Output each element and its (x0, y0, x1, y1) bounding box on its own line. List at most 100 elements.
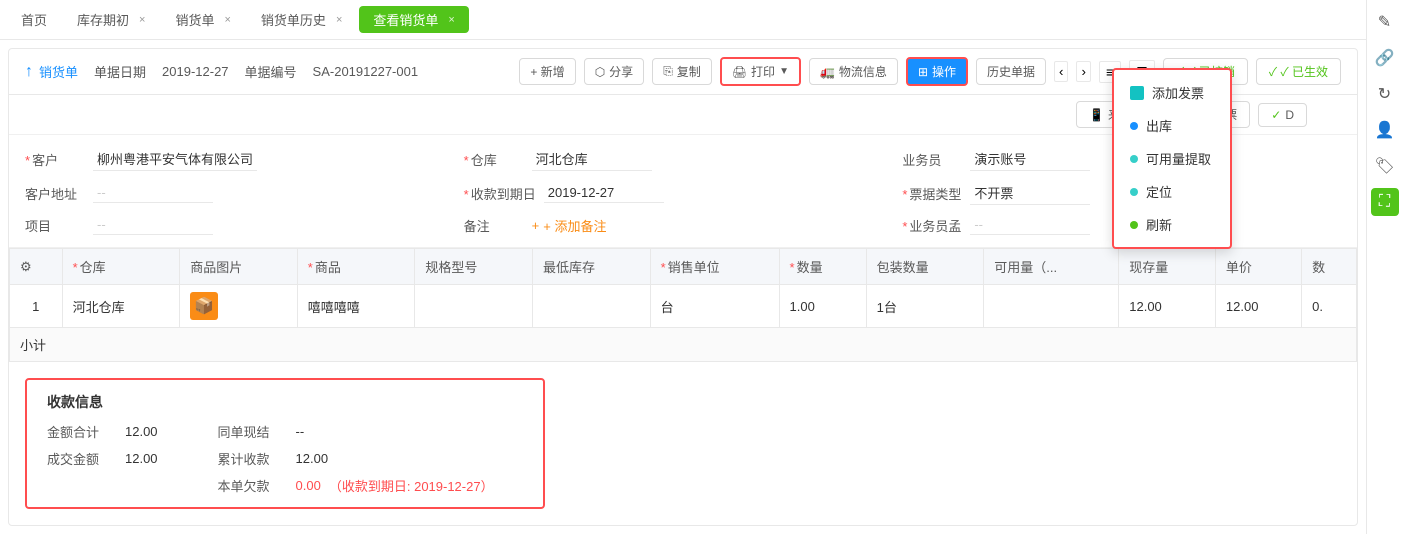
add-invoice-icon (1130, 86, 1144, 100)
add-button[interactable]: + 新增 (519, 58, 575, 85)
due-date-field: 收款到期日 2019-12-27 (464, 183, 903, 203)
table-header-row: ⚙ 仓库 商品图片 商品 规格型号 最低库存 销售单位 数量 包装数量 可用量（… (10, 249, 1357, 285)
warehouse-value[interactable]: 河北仓库 (532, 147, 652, 171)
address-field: 客户地址 -- (25, 183, 464, 203)
nav-next-button[interactable]: › (1076, 61, 1090, 82)
rotate-icon[interactable]: ↻ (1371, 80, 1399, 108)
history-button[interactable]: 历史单据 (976, 58, 1046, 85)
col-pack-qty: 包装数量 (866, 249, 984, 285)
share-icon: ⬡ (595, 65, 605, 79)
person-icon[interactable]: 👤 (1371, 116, 1399, 144)
salesman-value[interactable]: -- (970, 215, 1090, 235)
address-value[interactable]: -- (93, 183, 213, 203)
customer-value[interactable]: 柳州粤港平安气体有限公司 (93, 147, 257, 171)
tab-sales-history-close[interactable]: × (336, 14, 342, 26)
tab-sales-history[interactable]: 销货单历史 × (248, 4, 355, 36)
add-invoice-item[interactable]: 添加发票 (1114, 76, 1230, 109)
right-sidebar: ✎ 🔗 ↻ 👤 🏷 ⛶ (1366, 0, 1402, 534)
col-product-img: 商品图片 (180, 249, 298, 285)
payment-col-right: 同单现结 -- 累计收款 12.00 本单欠款 0.00 （收款到期日: 201… (218, 422, 494, 495)
cumulative-receipt-item: 累计收款 12.00 (218, 449, 494, 468)
tab-home-label: 首页 (21, 10, 47, 29)
plus-icon: + (532, 218, 540, 233)
expand-icon[interactable]: ⛶ (1371, 188, 1399, 216)
transaction-amount-item: 成交金额 12.00 (47, 449, 158, 468)
col-available: 可用量（... (984, 249, 1119, 285)
subtotal-label: 小计 (10, 328, 1357, 362)
tab-sales[interactable]: 销货单 × (162, 4, 243, 36)
ticket-type-value[interactable]: 不开票 (970, 181, 1090, 205)
operation-button[interactable]: ⊞ 操作 (906, 57, 968, 86)
cell-qty: 1.00 (779, 285, 866, 328)
customer-label: 客户 (25, 150, 85, 169)
locate-item[interactable]: 定位 (1114, 175, 1230, 208)
payment-title: 收款信息 (47, 392, 523, 412)
doc-meta: 单据日期 2019-12-27 单据编号 SA-20191227-001 (94, 62, 418, 81)
add-remark-button[interactable]: + + 添加备注 (532, 216, 607, 235)
cell-amount: 0. (1302, 285, 1357, 328)
add-label: + 新增 (530, 63, 564, 80)
tab-inventory[interactable]: 库存期初 × (64, 4, 158, 36)
cell-product: 嘻嘻嘻嘻 (297, 285, 415, 328)
col-sales-unit: 销售单位 (650, 249, 779, 285)
cell-sales-unit: 台 (650, 285, 779, 328)
doc-number-value: SA-20191227-001 (313, 64, 419, 79)
staff-label: 业务员 (902, 150, 962, 169)
cumulative-receipt-label: 累计收款 (218, 449, 288, 468)
doc-date-label: 单据日期 (94, 62, 146, 81)
outbound-icon (1130, 122, 1138, 130)
col-unit-price: 单价 (1215, 249, 1301, 285)
current-arrears-label: 本单欠款 (218, 476, 288, 495)
staff-value: 演示账号 (970, 147, 1090, 171)
tag-icon[interactable]: 🏷 (1371, 152, 1399, 180)
total-amount-value: 12.00 (125, 424, 158, 439)
available-qty-item[interactable]: 可用量提取 (1114, 142, 1230, 175)
check-icon-2: ✓ (1269, 65, 1277, 79)
due-date-note: （收款到期日: 2019-12-27） (329, 476, 494, 495)
tab-home[interactable]: 首页 (8, 4, 60, 36)
link-icon[interactable]: 🔗 (1371, 44, 1399, 72)
print-label: 打印 (751, 63, 775, 80)
transaction-amount-label: 成交金额 (47, 449, 117, 468)
locate-icon (1130, 188, 1138, 196)
cell-pack-qty: 1台 (866, 285, 984, 328)
available-qty-label: 可用量提取 (1146, 149, 1211, 168)
table-row: 1 河北仓库 📦 嘻嘻嘻嘻 台 1.00 1台 12.00 12.00 (10, 285, 1357, 328)
due-date-value[interactable]: 2019-12-27 (544, 183, 664, 203)
cell-available (984, 285, 1119, 328)
copy-button[interactable]: ⎘ 复制 (652, 58, 712, 85)
print-button[interactable]: 🖨 打印 ▼ (720, 57, 801, 86)
nav-prev-button[interactable]: ‹ (1054, 61, 1068, 82)
col-amount: 数 (1302, 249, 1357, 285)
cell-warehouse: 河北仓库 (62, 285, 180, 328)
tab-sales-close[interactable]: × (224, 14, 230, 26)
customer-field: 客户 柳州粤港平安气体有限公司 (25, 147, 464, 171)
col-spec: 规格型号 (415, 249, 533, 285)
cell-seq: 1 (10, 285, 63, 328)
logistics-button[interactable]: 🚛 物流信息 (809, 58, 898, 85)
salesman-label: 业务员孟 (902, 216, 962, 235)
tab-view-sales-close[interactable]: × (448, 14, 454, 26)
doc-date-value: 2019-12-27 (162, 64, 229, 79)
tab-view-sales-label: 查看销货单 (373, 10, 438, 29)
same-order-settlement-value: -- (296, 424, 305, 439)
col-current-stock: 现存量 (1119, 249, 1216, 285)
outbound-label: 出库 (1146, 116, 1172, 135)
add-remark-label: + 添加备注 (543, 216, 606, 235)
effective-label: ✓ 已生效 (1280, 65, 1328, 79)
col-gear: ⚙ (10, 249, 63, 285)
doc-number-label: 单据编号 (245, 62, 297, 81)
effective-status: ✓ ✓ 已生效 (1256, 58, 1341, 85)
project-value[interactable]: -- (93, 215, 213, 235)
transaction-amount-value: 12.00 (125, 451, 158, 466)
tab-inventory-close[interactable]: × (139, 14, 145, 26)
history-label: 历史单据 (987, 63, 1035, 80)
tab-view-sales[interactable]: 查看销货单 × (359, 6, 468, 33)
refresh-item[interactable]: 刷新 (1114, 208, 1230, 241)
operation-dropdown: 添加发票 出库 可用量提取 定位 刷新 (1112, 68, 1232, 249)
table-wrapper: ⚙ 仓库 商品图片 商品 规格型号 最低库存 销售单位 数量 包装数量 可用量（… (9, 248, 1357, 362)
check-d-button[interactable]: ✓ D (1258, 103, 1307, 127)
share-button[interactable]: ⬡ 分享 (584, 58, 645, 85)
edit-icon[interactable]: ✎ (1371, 8, 1399, 36)
outbound-item[interactable]: 出库 (1114, 109, 1230, 142)
